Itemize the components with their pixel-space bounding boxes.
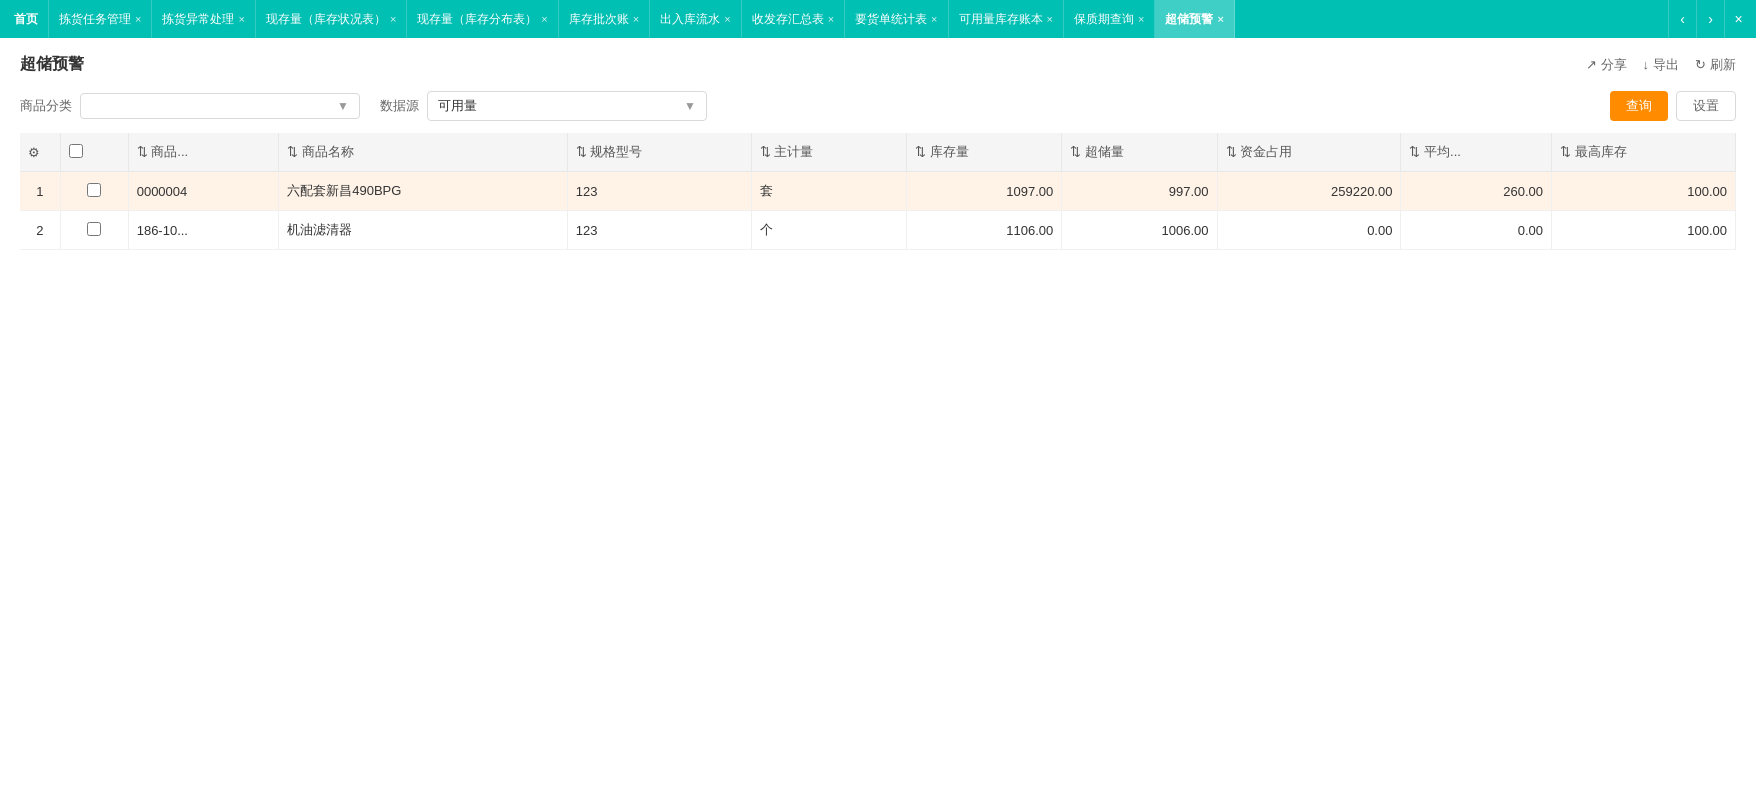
table-row: 2 186-10... 机油滤清器 123 个 1106.00 1006.00 … (20, 211, 1736, 250)
row-product-code: 186-10... (128, 211, 279, 250)
nav-tab-1[interactable]: 拣货任务管理 × (49, 0, 152, 38)
nav-tab-10[interactable]: 保质期查询 × (1064, 0, 1155, 38)
nav-tab-2[interactable]: 拣货异常处理 × (152, 0, 255, 38)
close-icon[interactable]: × (724, 13, 730, 25)
datasource-value: 可用量 (438, 97, 477, 115)
category-label: 商品分类 (20, 97, 72, 115)
row-unit: 个 (751, 211, 906, 250)
col-product-code: ⇅ 商品... (128, 133, 279, 172)
datasource-label: 数据源 (380, 97, 419, 115)
row-product-code: 0000004 (128, 172, 279, 211)
nav-tab-home[interactable]: 首页 (4, 0, 49, 38)
page-header: 超储预警 ↗ 分享 ↓ 导出 ↻ 刷新 (20, 54, 1736, 75)
row-checkbox-cell[interactable] (60, 211, 128, 250)
settings-gear-col[interactable]: ⚙ (20, 133, 60, 172)
col-product-name: ⇅ 商品名称 (279, 133, 567, 172)
share-icon: ↗ (1586, 57, 1597, 72)
row-max-stock: 100.00 (1552, 172, 1736, 211)
nav-tab-11[interactable]: 超储预警 × (1155, 0, 1234, 38)
close-icon[interactable]: × (238, 13, 244, 25)
row-avg: 0.00 (1401, 211, 1552, 250)
nav-tab-6[interactable]: 出入库流水 × (650, 0, 741, 38)
row-checkbox[interactable] (87, 183, 101, 197)
refresh-button[interactable]: ↻ 刷新 (1695, 56, 1736, 74)
row-avg: 260.00 (1401, 172, 1552, 211)
col-stock: ⇅ 库存量 (906, 133, 1061, 172)
category-select[interactable]: ▼ (80, 93, 360, 119)
close-icon[interactable]: × (135, 13, 141, 25)
nav-tab-9[interactable]: 可用量库存账本 × (949, 0, 1064, 38)
export-icon: ↓ (1643, 57, 1650, 72)
table-header-row: ⚙ ⇅ 商品... ⇅ 商品名称 ⇅ 规格型号 ⇅ 主计量 (20, 133, 1736, 172)
row-checkbox-cell[interactable] (60, 172, 128, 211)
close-icon[interactable]: × (1217, 13, 1223, 25)
table-row: 1 0000004 六配套新昌490BPG 123 套 1097.00 997.… (20, 172, 1736, 211)
row-product-name: 机油滤清器 (279, 211, 567, 250)
chevron-down-icon: ▼ (337, 99, 349, 113)
row-spec: 123 (567, 211, 751, 250)
row-capital: 259220.00 (1217, 172, 1401, 211)
export-button[interactable]: ↓ 导出 (1643, 56, 1680, 74)
col-avg: ⇅ 平均... (1401, 133, 1552, 172)
nav-tab-4[interactable]: 现存量（库存分布表） × (407, 0, 558, 38)
row-spec: 123 (567, 172, 751, 211)
row-over-stock: 1006.00 (1062, 211, 1217, 250)
nav-tab-3[interactable]: 现存量（库存状况表） × (256, 0, 407, 38)
close-icon[interactable]: × (1138, 13, 1144, 25)
filter-category: 商品分类 ▼ (20, 93, 360, 119)
filter-bar: 商品分类 ▼ 数据源 可用量 ▼ 查询 设置 (20, 91, 1736, 121)
select-all-checkbox[interactable] (69, 144, 83, 158)
col-capital: ⇅ 资金占用 (1217, 133, 1401, 172)
col-unit: ⇅ 主计量 (751, 133, 906, 172)
row-seq: 2 (20, 211, 60, 250)
refresh-icon: ↻ (1695, 57, 1706, 72)
nav-prev-button[interactable]: ‹ (1668, 0, 1696, 38)
row-over-stock: 997.00 (1062, 172, 1217, 211)
nav-tab-8[interactable]: 要货单统计表 × (845, 0, 948, 38)
row-stock: 1097.00 (906, 172, 1061, 211)
close-icon[interactable]: × (633, 13, 639, 25)
page-content: 超储预警 ↗ 分享 ↓ 导出 ↻ 刷新 商品分类 ▼ 数据源 (0, 38, 1756, 800)
close-icon[interactable]: × (931, 13, 937, 25)
col-spec: ⇅ 规格型号 (567, 133, 751, 172)
row-product-name: 六配套新昌490BPG (279, 172, 567, 211)
settings-button[interactable]: 设置 (1676, 91, 1736, 121)
row-capital: 0.00 (1217, 211, 1401, 250)
row-seq: 1 (20, 172, 60, 211)
close-icon[interactable]: × (828, 13, 834, 25)
filter-datasource: 数据源 可用量 ▼ (380, 91, 707, 121)
page-title: 超储预警 (20, 54, 84, 75)
col-over-stock: ⇅ 超储量 (1062, 133, 1217, 172)
row-unit: 套 (751, 172, 906, 211)
share-button[interactable]: ↗ 分享 (1586, 56, 1627, 74)
close-icon[interactable]: × (1047, 13, 1053, 25)
datasource-select[interactable]: 可用量 ▼ (427, 91, 707, 121)
col-max-stock: ⇅ 最高库存 (1552, 133, 1736, 172)
row-max-stock: 100.00 (1552, 211, 1736, 250)
nav-next-button[interactable]: › (1696, 0, 1724, 38)
nav-close-button[interactable]: × (1724, 0, 1752, 38)
row-checkbox[interactable] (87, 222, 101, 236)
top-nav: 首页 拣货任务管理 × 拣货异常处理 × 现存量（库存状况表） × 现存量（库存… (0, 0, 1756, 38)
close-icon[interactable]: × (390, 13, 396, 25)
nav-tab-7[interactable]: 收发存汇总表 × (742, 0, 845, 38)
data-table: ⚙ ⇅ 商品... ⇅ 商品名称 ⇅ 规格型号 ⇅ 主计量 (20, 133, 1736, 250)
query-button[interactable]: 查询 (1610, 91, 1668, 121)
col-checkbox (60, 133, 128, 172)
chevron-down-icon: ▼ (684, 99, 696, 113)
nav-arrows: ‹ › × (1668, 0, 1752, 38)
nav-tab-5[interactable]: 库存批次账 × (559, 0, 650, 38)
close-icon[interactable]: × (541, 13, 547, 25)
row-stock: 1106.00 (906, 211, 1061, 250)
filter-actions: 查询 设置 (1610, 91, 1736, 121)
header-actions: ↗ 分享 ↓ 导出 ↻ 刷新 (1586, 56, 1737, 74)
